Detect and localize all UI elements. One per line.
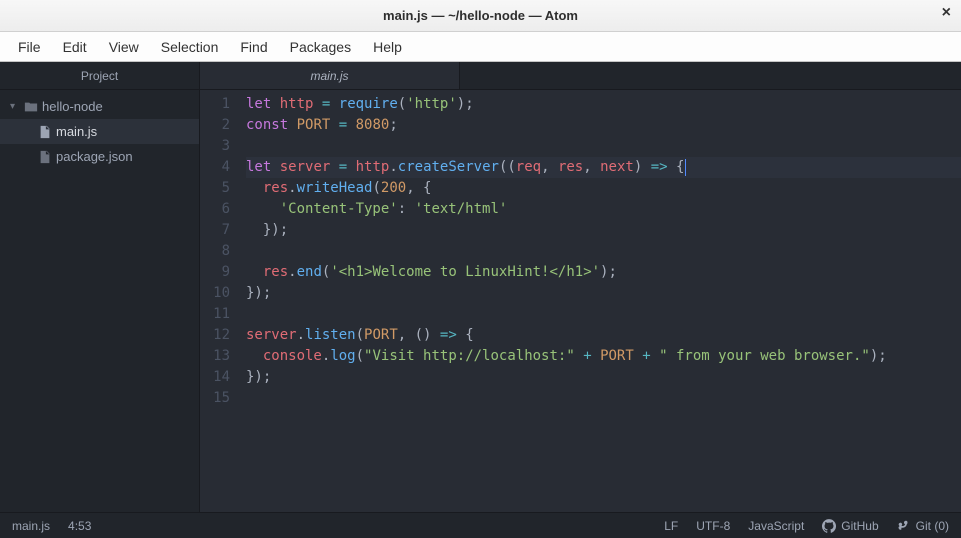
tab-main-js[interactable]: main.js: [200, 62, 460, 89]
file-icon: [36, 125, 54, 139]
code-line[interactable]: res.writeHead(200, {: [246, 178, 961, 199]
code-line[interactable]: console.log("Visit http://localhost:" + …: [246, 346, 961, 367]
line-number: 13: [200, 346, 230, 367]
code-editor[interactable]: 123456789101112131415 let http = require…: [200, 90, 961, 512]
github-icon: [822, 519, 836, 533]
code-line[interactable]: res.end('<h1>Welcome to LinuxHint!</h1>'…: [246, 262, 961, 283]
line-number: 9: [200, 262, 230, 283]
code-line[interactable]: 'Content-Type': 'text/html': [246, 199, 961, 220]
menu-view[interactable]: View: [99, 35, 149, 59]
code-line[interactable]: [246, 241, 961, 262]
tree-file-main-js[interactable]: main.js: [0, 119, 199, 144]
line-number: 2: [200, 115, 230, 136]
git-branch-icon: [897, 519, 911, 533]
line-number: 6: [200, 199, 230, 220]
line-number: 3: [200, 136, 230, 157]
status-git-label: Git (0): [916, 519, 949, 533]
code-line[interactable]: [246, 136, 961, 157]
tree-folder-hello-node[interactable]: ▾ hello-node: [0, 94, 199, 119]
window-title-bar: main.js — ~/hello-node — Atom ×: [0, 0, 961, 32]
line-number: 1: [200, 94, 230, 115]
status-github-label: GitHub: [841, 519, 878, 533]
code-line[interactable]: server.listen(PORT, () => {: [246, 325, 961, 346]
tree-folder-label: hello-node: [40, 99, 103, 114]
code-line[interactable]: let server = http.createServer((req, res…: [246, 157, 961, 178]
status-file[interactable]: main.js: [12, 519, 50, 533]
tab-label: main.js: [310, 69, 348, 83]
line-number: 15: [200, 388, 230, 409]
code-line[interactable]: [246, 388, 961, 409]
line-number: 7: [200, 220, 230, 241]
tab-bar: main.js: [200, 62, 961, 90]
status-eol[interactable]: LF: [664, 519, 678, 533]
folder-icon: [22, 100, 40, 114]
code-line[interactable]: });: [246, 283, 961, 304]
tree-file-label: main.js: [54, 124, 97, 139]
menu-file[interactable]: File: [8, 35, 51, 59]
line-number: 8: [200, 241, 230, 262]
menu-packages[interactable]: Packages: [280, 35, 361, 59]
menu-selection[interactable]: Selection: [151, 35, 229, 59]
line-number: 12: [200, 325, 230, 346]
file-icon: [36, 150, 54, 164]
text-cursor: [685, 159, 686, 176]
menu-find[interactable]: Find: [230, 35, 277, 59]
tree-file-label: package.json: [54, 149, 133, 164]
tree-file-package-json[interactable]: package.json: [0, 144, 199, 169]
menu-bar: FileEditViewSelectionFindPackagesHelp: [0, 32, 961, 62]
project-sidebar: Project ▾ hello-node main.js package.json: [0, 62, 200, 512]
chevron-down-icon: ▾: [10, 101, 22, 112]
code-body[interactable]: let http = require('http');const PORT = …: [238, 90, 961, 512]
status-bar: main.js 4:53 LF UTF-8 JavaScript GitHub …: [0, 512, 961, 538]
line-number: 5: [200, 178, 230, 199]
line-number: 4: [200, 157, 230, 178]
editor-area: main.js 123456789101112131415 let http =…: [200, 62, 961, 512]
sidebar-header: Project: [0, 62, 199, 90]
code-line[interactable]: });: [246, 367, 961, 388]
line-gutter: 123456789101112131415: [200, 90, 238, 512]
line-number: 10: [200, 283, 230, 304]
workspace: Project ▾ hello-node main.js package.json…: [0, 62, 961, 512]
status-cursor[interactable]: 4:53: [68, 519, 91, 533]
window-title: main.js — ~/hello-node — Atom: [383, 8, 578, 23]
menu-help[interactable]: Help: [363, 35, 412, 59]
status-github[interactable]: GitHub: [822, 519, 878, 533]
file-tree: ▾ hello-node main.js package.json: [0, 90, 199, 169]
code-line[interactable]: let http = require('http');: [246, 94, 961, 115]
status-encoding[interactable]: UTF-8: [696, 519, 730, 533]
code-line[interactable]: [246, 304, 961, 325]
menu-edit[interactable]: Edit: [53, 35, 97, 59]
code-line[interactable]: });: [246, 220, 961, 241]
window-close-button[interactable]: ×: [942, 4, 951, 22]
code-line[interactable]: const PORT = 8080;: [246, 115, 961, 136]
line-number: 11: [200, 304, 230, 325]
line-number: 14: [200, 367, 230, 388]
status-language[interactable]: JavaScript: [748, 519, 804, 533]
status-git[interactable]: Git (0): [897, 519, 949, 533]
